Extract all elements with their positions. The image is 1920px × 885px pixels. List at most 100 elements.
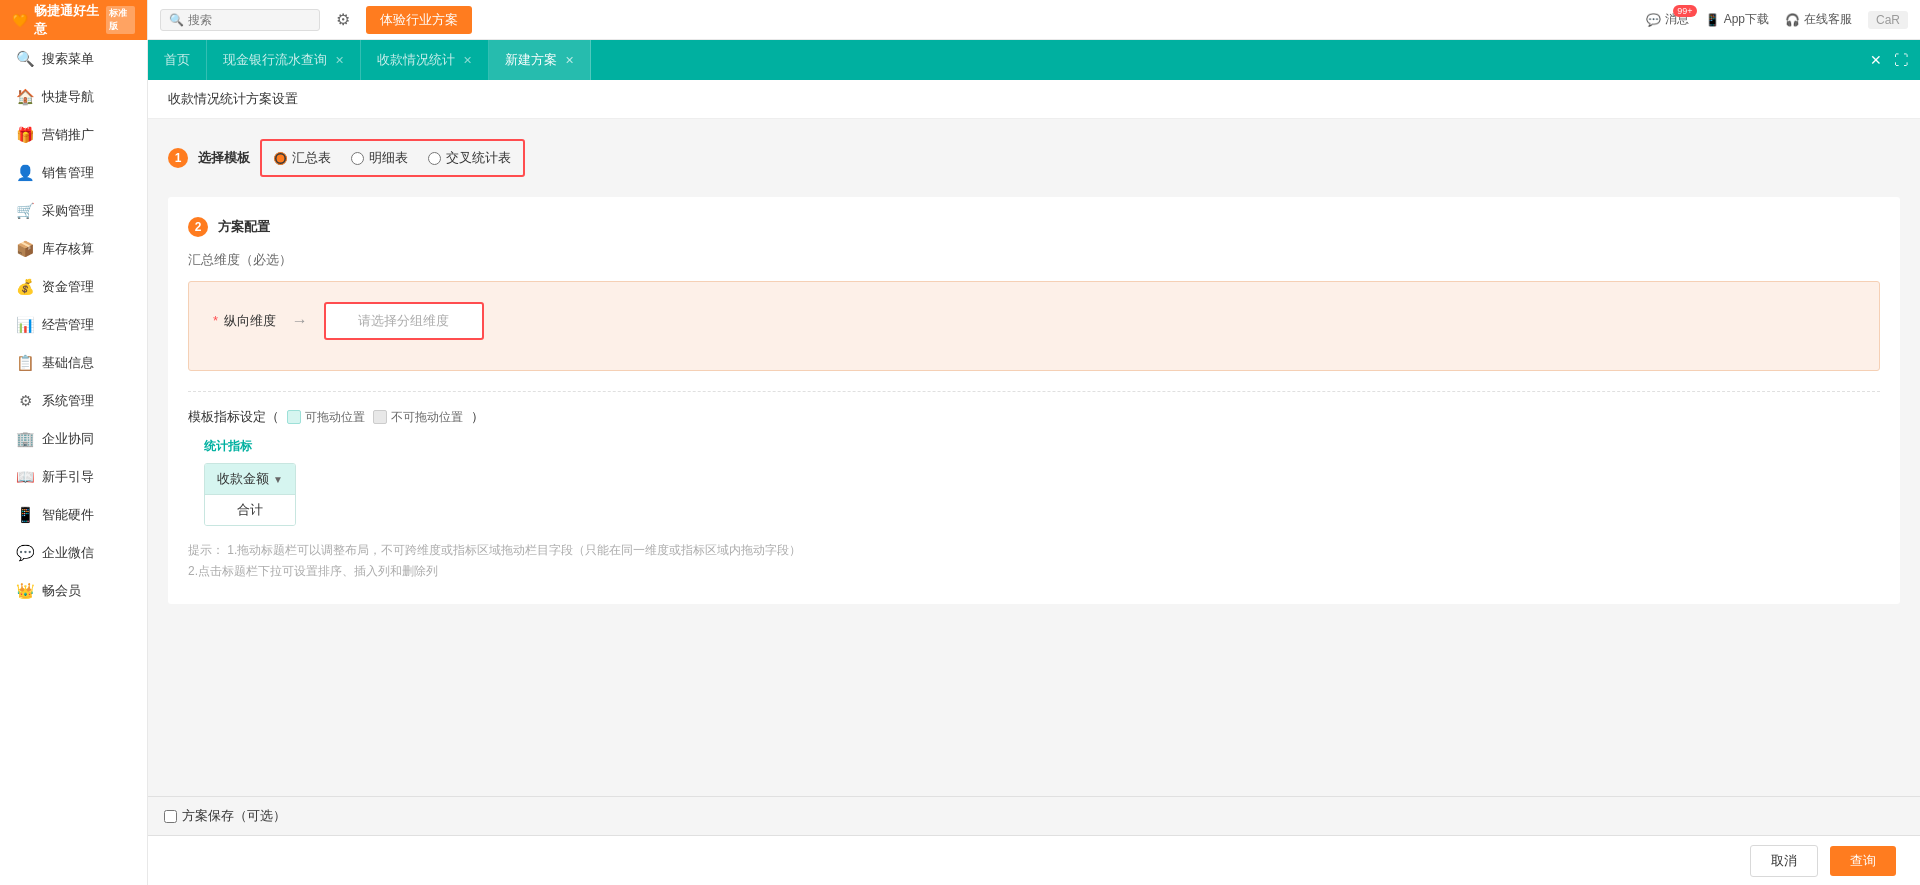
sidebar-item-label: 系统管理	[42, 392, 94, 410]
radio-detail-input[interactable]	[351, 152, 364, 165]
sidebar-item-label: 销售管理	[42, 164, 94, 182]
industry-button[interactable]: 体验行业方案	[366, 6, 472, 34]
settings-icon: ⚙	[16, 392, 34, 410]
radio-detail-label: 明细表	[369, 149, 408, 167]
radio-summary[interactable]: 汇总表	[274, 149, 331, 167]
book-icon: 📖	[16, 468, 34, 486]
radio-summary-label: 汇总表	[292, 149, 331, 167]
sidebar-item-label: 采购管理	[42, 202, 94, 220]
metrics-card-title: 收款金额	[217, 470, 269, 488]
sidebar-item-label: 基础信息	[42, 354, 94, 372]
support-label: 在线客服	[1804, 11, 1852, 28]
tab-new-plan[interactable]: 新建方案 ✕	[489, 40, 591, 80]
step2-number: 2	[188, 217, 208, 237]
sidebar-item-label: 营销推广	[42, 126, 94, 144]
edition-badge: 标准版	[106, 6, 135, 34]
footer-section: 方案保存（可选）	[148, 796, 1920, 835]
save-checkbox[interactable]	[164, 810, 177, 823]
tab-bank-close[interactable]: ✕	[335, 54, 344, 67]
maximize-button[interactable]: ⛶	[1894, 52, 1908, 68]
sidebar-item-hardware[interactable]: 📱 智能硬件	[0, 496, 147, 534]
crown-icon: 👑	[16, 582, 34, 600]
tab-new-plan-close[interactable]: ✕	[565, 54, 574, 67]
arrow-icon: →	[292, 312, 308, 330]
sidebar: 🧡 畅捷通好生意 标准版 🔍 搜索菜单 🏠 快捷导航 🎁 营销推广 👤 销售管理…	[0, 0, 148, 885]
sidebar-item-finance[interactable]: 💰 资金管理	[0, 268, 147, 306]
user-info[interactable]: CaR	[1868, 11, 1908, 29]
tab-home[interactable]: 首页	[148, 40, 207, 80]
settings-button[interactable]: ⚙	[336, 10, 350, 29]
bottom-bar: 取消 查询	[148, 835, 1920, 885]
search-icon: 🔍	[16, 50, 34, 68]
page-title: 收款情况统计方案设置	[168, 91, 298, 106]
radio-cross-input[interactable]	[428, 152, 441, 165]
draggable-dot	[287, 410, 301, 424]
sidebar-item-label: 智能硬件	[42, 506, 94, 524]
radio-cross[interactable]: 交叉统计表	[428, 149, 511, 167]
sidebar-item-label: 快捷导航	[42, 88, 94, 106]
sidebar-item-member[interactable]: 👑 畅会员	[0, 572, 147, 610]
dimension-placeholder[interactable]: 请选择分组维度	[324, 302, 484, 340]
cart-icon: 🛒	[16, 202, 34, 220]
user-text: CaR	[1876, 13, 1900, 27]
tip-1: 提示： 1.拖动标题栏可以调整布局，不可跨维度或指标区域拖动栏目字段（只能在同一…	[188, 542, 1880, 559]
topbar-actions: 💬 消息 99+ 📱 App下载 🎧 在线客服 CaR	[1646, 11, 1908, 29]
gift-icon: 🎁	[16, 126, 34, 144]
metrics-group-label: 统计指标	[204, 438, 1880, 455]
sidebar-item-label: 搜索菜单	[42, 50, 94, 68]
radio-detail[interactable]: 明细表	[351, 149, 408, 167]
sidebar-item-label: 企业微信	[42, 544, 94, 562]
step2-header: 2 方案配置	[188, 217, 1880, 237]
query-button[interactable]: 查询	[1830, 846, 1896, 876]
metrics-closing: ）	[471, 408, 484, 426]
building-icon: 🏢	[16, 430, 34, 448]
clipboard-icon: 📋	[16, 354, 34, 372]
download-icon: 📱	[1705, 13, 1720, 27]
tab-receipt-close[interactable]: ✕	[463, 54, 472, 67]
search-input[interactable]	[188, 13, 308, 27]
tab-receipt[interactable]: 收款情况统计 ✕	[361, 40, 489, 80]
sidebar-item-label: 资金管理	[42, 278, 94, 296]
download-item[interactable]: 📱 App下载	[1705, 11, 1769, 28]
save-checkbox-label[interactable]: 方案保存（可选）	[164, 807, 286, 825]
content-area: 收款情况统计方案设置 1 选择模板 汇总表 明细表	[148, 80, 1920, 885]
metrics-card[interactable]: 收款金额 ▼ 合计	[204, 463, 296, 526]
sidebar-item-newbie[interactable]: 📖 新手引导	[0, 458, 147, 496]
radio-summary-input[interactable]	[274, 152, 287, 165]
sidebar-item-wechat[interactable]: 💬 企业微信	[0, 534, 147, 572]
box-icon: 📦	[16, 240, 34, 258]
sidebar-item-sales[interactable]: 👤 销售管理	[0, 154, 147, 192]
sidebar-item-marketing[interactable]: 🎁 营销推广	[0, 116, 147, 154]
topbar: 🔍 ⚙ 体验行业方案 💬 消息 99+ 📱 App下载 🎧 在线客服 CaR	[148, 0, 1920, 40]
vertical-label: * 纵向维度	[213, 312, 276, 330]
close-all-button[interactable]: ✕	[1870, 52, 1882, 68]
save-label-text: 方案保存（可选）	[182, 807, 286, 825]
sidebar-item-basic[interactable]: 📋 基础信息	[0, 344, 147, 382]
sidebar-item-search[interactable]: 🔍 搜索菜单	[0, 40, 147, 78]
sidebar-item-operation[interactable]: 📊 经营管理	[0, 306, 147, 344]
non-draggable-label: 不可拖动位置	[391, 409, 463, 426]
message-item[interactable]: 💬 消息 99+	[1646, 11, 1689, 28]
sidebar-item-inventory[interactable]: 📦 库存核算	[0, 230, 147, 268]
tab-bank[interactable]: 现金银行流水查询 ✕	[207, 40, 361, 80]
sidebar-item-quick-nav[interactable]: 🏠 快捷导航	[0, 78, 147, 116]
search-box[interactable]: 🔍	[160, 9, 320, 31]
support-item[interactable]: 🎧 在线客服	[1785, 11, 1852, 28]
tab-new-plan-label: 新建方案	[505, 51, 557, 69]
page-header: 收款情况统计方案设置	[148, 80, 1920, 119]
cancel-button[interactable]: 取消	[1750, 845, 1818, 877]
sidebar-item-system[interactable]: ⚙ 系统管理	[0, 382, 147, 420]
message-badge: 99+	[1673, 5, 1696, 17]
metrics-card-body: 合计	[205, 494, 295, 525]
sidebar-item-label: 新手引导	[42, 468, 94, 486]
support-icon: 🎧	[1785, 13, 1800, 27]
sidebar-item-enterprise[interactable]: 🏢 企业协同	[0, 420, 147, 458]
dimension-area: * 纵向维度 → 请选择分组维度	[188, 281, 1880, 371]
chat-icon: 💬	[16, 544, 34, 562]
money-icon: 💰	[16, 278, 34, 296]
sidebar-item-label: 畅会员	[42, 582, 81, 600]
metrics-card-header[interactable]: 收款金额 ▼	[205, 464, 295, 494]
sidebar-item-purchase[interactable]: 🛒 采购管理	[0, 192, 147, 230]
sidebar-item-label: 库存核算	[42, 240, 94, 258]
tabbar: 首页 现金银行流水查询 ✕ 收款情况统计 ✕ 新建方案 ✕ ✕ ⛶	[148, 40, 1920, 80]
